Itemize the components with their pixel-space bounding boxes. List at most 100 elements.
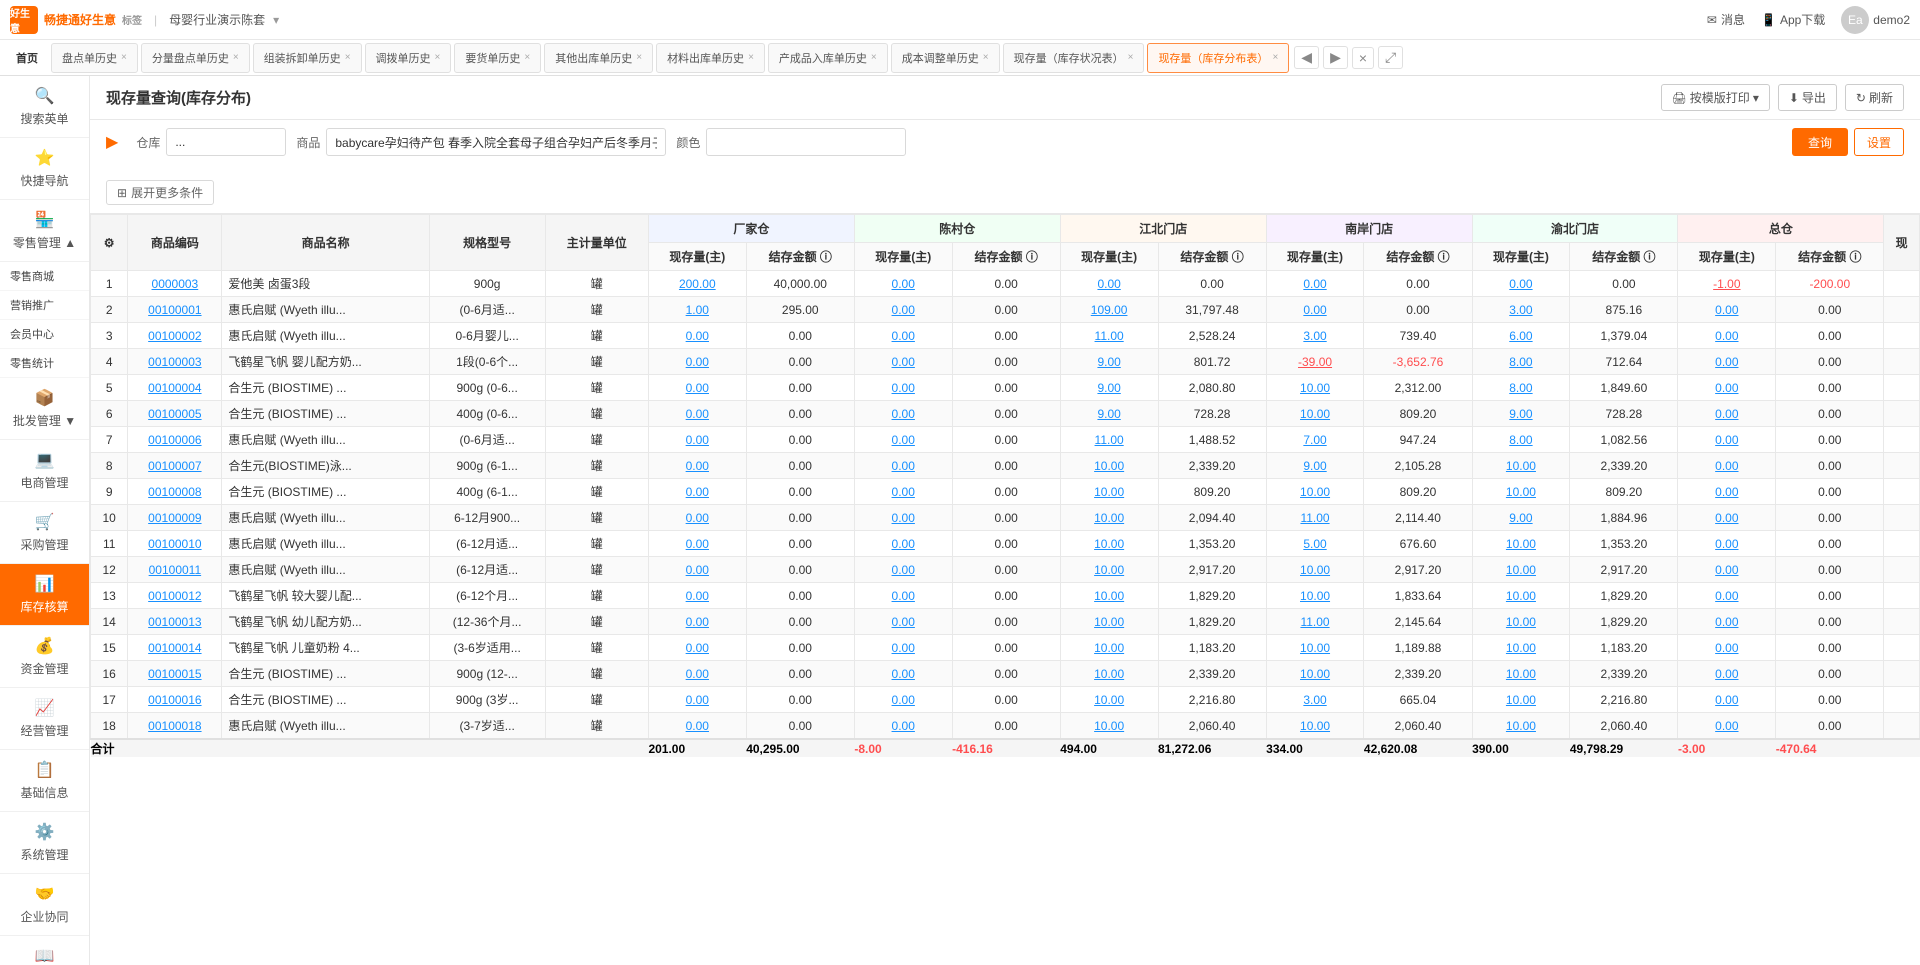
tab-partial-inventory[interactable]: 分量盘点单历史 × [141, 43, 250, 73]
sidebar-item-purchase[interactable]: 🛒 采购管理 [0, 502, 89, 564]
expand-btn[interactable]: ⊞ 展开更多条件 [106, 180, 214, 205]
print-btn[interactable]: 🖨 按模版打印 ▾ [1661, 84, 1770, 111]
sidebar-item-system[interactable]: ⚙️ 系统管理 [0, 812, 89, 874]
message-label: 消息 [1721, 11, 1745, 28]
export-btn[interactable]: ⬇ 导出 [1778, 84, 1837, 111]
col-settings: ⚙ [91, 215, 128, 271]
message-btn[interactable]: ✉ 消息 [1707, 11, 1745, 28]
sidebar-item-ops[interactable]: 📈 经营管理 [0, 688, 89, 750]
cell-yb-qty: 9.00 [1472, 505, 1570, 531]
sidebar-item-ecommerce[interactable]: 💻 电商管理 [0, 440, 89, 502]
tab-stock-dist[interactable]: 现存量（库存分布表） × [1147, 43, 1289, 73]
tab-close-5[interactable]: × [524, 52, 530, 63]
collapse-arrow[interactable]: ▶ [106, 132, 118, 152]
cell-cc-qty: 0.00 [854, 713, 952, 740]
tab-next-btn[interactable]: ▶ [1323, 46, 1348, 69]
tab-requisition[interactable]: 要货单历史 × [454, 43, 541, 73]
app-download-btn[interactable]: 📱 App下载 [1761, 11, 1825, 28]
sidebar-item-basic[interactable]: 📋 基础信息 [0, 750, 89, 812]
cell-jb-qty: 10.00 [1060, 583, 1158, 609]
tab-assembly[interactable]: 组装拆卸单历史 × [253, 43, 362, 73]
dropdown-label[interactable]: 母婴行业演示陈套 [169, 11, 265, 28]
sidebar-item-wholesale[interactable]: 📦 批发管理 ▼ [0, 378, 89, 440]
sidebar-item-guide[interactable]: 📖 新手引导 [0, 936, 89, 965]
store-icon: 🏪 [35, 210, 55, 230]
tab-other-outbound[interactable]: 其他出库单历史 × [544, 43, 653, 73]
table-row: 6 00100005 合生元 (BIOSTIME) ... 400g (0-6.… [91, 401, 1920, 427]
sidebar-label-nav: 快捷导航 [20, 172, 68, 189]
tab-finished-in[interactable]: 产成品入库单历史 × [768, 43, 888, 73]
tab-close-6[interactable]: × [636, 52, 642, 63]
summary-jb-amt: 81,272.06 [1158, 739, 1266, 757]
sidebar: 🔍 搜索英单 ⭐ 快捷导航 🏪 零售管理 ▲ 零售商城 营销推广 会员中心 零售… [0, 76, 90, 965]
tab-close-7[interactable]: × [748, 52, 754, 63]
col-warehouse-jb: 江北门店 [1060, 215, 1266, 243]
cell-zc-qty: 0.00 [1678, 323, 1776, 349]
sidebar-sub-marketing[interactable]: 营销推广 [0, 291, 89, 320]
cell-unit: 罐 [545, 453, 648, 479]
cell-cc-amt: 0.00 [952, 661, 1060, 687]
cell-cc-qty: 0.00 [854, 453, 952, 479]
tab-close-1[interactable]: × [121, 52, 127, 63]
cell-yb-amt: 1,379.04 [1570, 323, 1678, 349]
dropdown-arrow[interactable]: ▾ [273, 13, 279, 27]
tab-close-9[interactable]: × [983, 52, 989, 63]
table-container[interactable]: ⚙ 商品编码 商品名称 规格型号 主计量单位 厂家仓 陈村仓 江北门店 南岸门店… [90, 214, 1920, 965]
tab-close-3[interactable]: × [345, 52, 351, 63]
tab-expand-btn[interactable]: ⤢ [1378, 46, 1403, 69]
tab-home[interactable]: 首页 [6, 43, 48, 73]
cell-code: 00100012 [128, 583, 222, 609]
handshake-icon: 🤝 [35, 884, 55, 904]
warehouse-input[interactable] [166, 128, 286, 156]
cell-na-amt: 1,189.88 [1364, 635, 1472, 661]
tab-prev-btn[interactable]: ◀ [1294, 46, 1319, 69]
cell-cc-amt: 0.00 [952, 557, 1060, 583]
tab-close-all-btn[interactable]: × [1352, 47, 1374, 69]
cell-code: 00100011 [128, 557, 222, 583]
table-row: 16 00100015 合生元 (BIOSTIME) ... 900g (12-… [91, 661, 1920, 687]
cell-na-amt: 2,339.20 [1364, 661, 1472, 687]
sidebar-item-nav[interactable]: ⭐ 快捷导航 [0, 138, 89, 200]
cell-zc-qty: 0.00 [1678, 531, 1776, 557]
sidebar-sub-member[interactable]: 会员中心 [0, 320, 89, 349]
sidebar-sub-stats[interactable]: 零售统计 [0, 349, 89, 378]
settings-btn[interactable]: 设置 [1854, 128, 1904, 156]
sidebar-item-collab[interactable]: 🤝 企业协同 [0, 874, 89, 936]
tab-close-4[interactable]: × [435, 52, 441, 63]
cell-zc-amt: 0.00 [1776, 609, 1884, 635]
cell-now [1884, 427, 1920, 453]
sidebar-item-inventory[interactable]: 📊 库存核算 [0, 564, 89, 626]
cell-now [1884, 505, 1920, 531]
tab-close-8[interactable]: × [871, 52, 877, 63]
tab-cost-adjust[interactable]: 成本调整单历史 × [891, 43, 1000, 73]
refresh-btn[interactable]: ↻ 刷新 [1845, 84, 1904, 111]
cell-jb-qty: 11.00 [1060, 323, 1158, 349]
cell-cj-qty: 0.00 [648, 557, 746, 583]
tab-material-out[interactable]: 材料出库单历史 × [656, 43, 765, 73]
table-row: 2 00100001 惠氏启赋 (Wyeth illu... (0-6月适...… [91, 297, 1920, 323]
sidebar-sub-mall[interactable]: 零售商城 [0, 262, 89, 291]
query-btn[interactable]: 查询 [1792, 128, 1848, 156]
cell-code: 00100015 [128, 661, 222, 687]
tab-stock-status[interactable]: 现存量（库存状况表） × [1003, 43, 1145, 73]
cell-zc-amt: 0.00 [1776, 297, 1884, 323]
sidebar-item-finance[interactable]: 💰 资金管理 [0, 626, 89, 688]
cell-na-qty: 3.00 [1266, 687, 1364, 713]
tab-transfer[interactable]: 调拨单历史 × [365, 43, 452, 73]
cell-unit: 罐 [545, 427, 648, 453]
cell-cj-amt: 0.00 [746, 401, 854, 427]
goods-input[interactable] [326, 128, 666, 156]
tab-close-10[interactable]: × [1128, 52, 1134, 63]
col-na-qty: 现存量(主) [1266, 243, 1364, 271]
sidebar-item-retail[interactable]: 🏪 零售管理 ▲ [0, 200, 89, 262]
cell-jb-qty: 10.00 [1060, 557, 1158, 583]
tab-close-11[interactable]: × [1272, 52, 1278, 63]
sidebar-item-search[interactable]: 🔍 搜索英单 [0, 76, 89, 138]
tab-close-2[interactable]: × [233, 52, 239, 63]
color-input[interactable] [706, 128, 906, 156]
computer-icon: 💻 [35, 450, 55, 470]
cell-cj-amt: 0.00 [746, 635, 854, 661]
cell-spec: (0-6月适... [429, 297, 545, 323]
user-avatar-area[interactable]: Ea demo2 [1841, 6, 1910, 34]
tab-inventory-history[interactable]: 盘点单历史 × [51, 43, 138, 73]
